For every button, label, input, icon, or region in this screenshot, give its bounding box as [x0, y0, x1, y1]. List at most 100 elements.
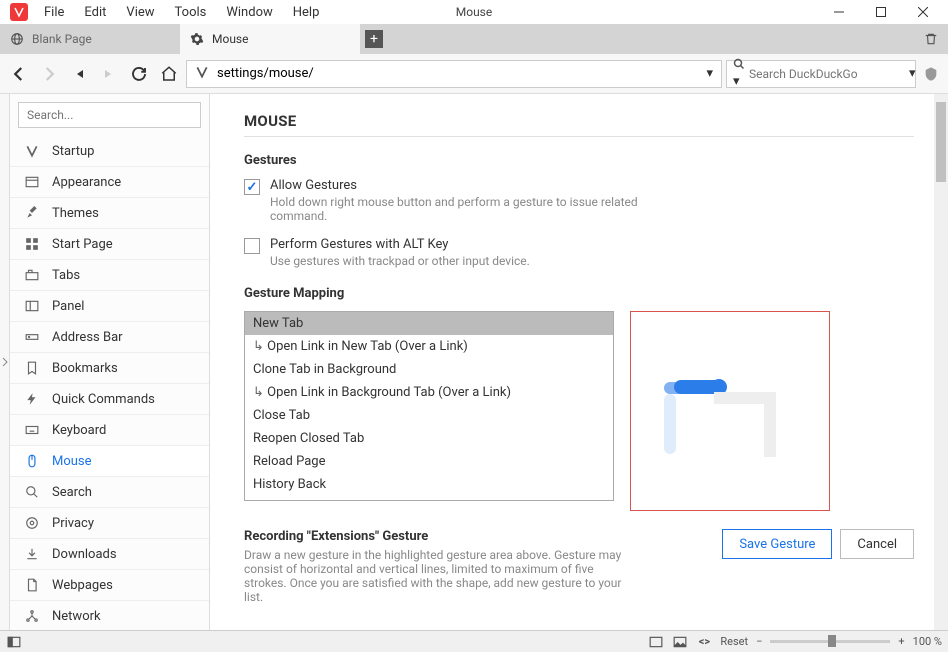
- sidebar-item-label: Quick Commands: [52, 392, 155, 407]
- back-button[interactable]: [6, 61, 32, 87]
- tiling-icon[interactable]: [648, 634, 664, 650]
- home-button[interactable]: [156, 61, 182, 87]
- network-icon: [24, 608, 40, 624]
- menu-view[interactable]: View: [116, 2, 164, 23]
- download-icon: [24, 546, 40, 562]
- gesture-list-item[interactable]: New Tab: [245, 312, 613, 335]
- dropdown-icon[interactable]: ▾: [909, 66, 916, 81]
- gesture-list-item[interactable]: History Forward: [245, 496, 613, 501]
- allow-gestures-label: Allow Gestures: [270, 178, 650, 193]
- gesture-list-item[interactable]: Close Tab: [245, 404, 613, 427]
- sidebar-item-label: Themes: [52, 206, 99, 221]
- sidebar-item-mouse[interactable]: Mouse: [10, 446, 209, 477]
- sidebar-item-startup[interactable]: Startup: [10, 136, 209, 167]
- gesture-list-item[interactable]: Open Link in New Tab (Over a Link): [245, 335, 613, 358]
- sidebar-item-panel[interactable]: Panel: [10, 291, 209, 322]
- alt-gestures-checkbox[interactable]: [244, 238, 260, 254]
- panel-toggle[interactable]: [0, 94, 10, 630]
- sidebar-item-label: Network: [52, 609, 101, 624]
- menu-tools[interactable]: Tools: [165, 2, 217, 23]
- gear-icon: [190, 32, 204, 46]
- sidebar-item-label: Webpages: [52, 578, 113, 593]
- close-button[interactable]: [902, 0, 944, 24]
- image-toggle-icon[interactable]: [672, 634, 688, 650]
- page-actions-icon[interactable]: <>: [696, 634, 712, 650]
- page-title: MOUSE: [244, 112, 914, 130]
- sidebar-item-themes[interactable]: Themes: [10, 198, 209, 229]
- blocker-icon[interactable]: [920, 63, 942, 85]
- menu-file[interactable]: File: [34, 2, 74, 23]
- gesture-drawing-area[interactable]: [630, 311, 830, 511]
- recording-hint: Draw a new gesture in the highlighted ge…: [244, 548, 624, 604]
- rewind-button[interactable]: [66, 61, 92, 87]
- sidebar-item-label: Start Page: [52, 237, 113, 252]
- zoom-slider[interactable]: [770, 640, 890, 643]
- sidebar-item-keyboard[interactable]: Keyboard: [10, 415, 209, 446]
- menu-window[interactable]: Window: [216, 2, 282, 23]
- window-icon: [24, 174, 40, 190]
- cancel-button[interactable]: Cancel: [840, 529, 914, 559]
- menu-edit[interactable]: Edit: [74, 2, 116, 23]
- settings-search-input[interactable]: [18, 102, 201, 128]
- search-input[interactable]: [749, 67, 905, 81]
- mouse-icon: [24, 453, 40, 469]
- gesture-list-item[interactable]: History Back: [245, 473, 613, 496]
- app-logo[interactable]: [10, 3, 28, 21]
- recording-title: Recording "Extensions" Gesture: [244, 529, 704, 544]
- minimize-button[interactable]: [818, 0, 860, 24]
- search-icon: [24, 484, 40, 500]
- tab-label: Mouse: [212, 32, 249, 46]
- gesture-list-item[interactable]: Clone Tab in Background: [245, 358, 613, 381]
- new-tab-button[interactable]: +: [360, 24, 388, 54]
- sidebar-item-label: Downloads: [52, 547, 117, 562]
- menu-help[interactable]: Help: [283, 2, 330, 23]
- sidebar-item-downloads[interactable]: Downloads: [10, 539, 209, 570]
- grid-icon: [24, 236, 40, 252]
- zoom-out-button[interactable]: −: [756, 635, 762, 648]
- forward-button[interactable]: [36, 61, 62, 87]
- gesture-list[interactable]: New Tab Open Link in New Tab (Over a Lin…: [244, 311, 614, 501]
- gesture-list-item[interactable]: Open Link in Background Tab (Over a Link…: [245, 381, 613, 404]
- brush-icon: [24, 205, 40, 221]
- tab-blank-page[interactable]: Blank Page: [0, 24, 180, 54]
- sidebar-item-tabs[interactable]: Tabs: [10, 260, 209, 291]
- sidebar-item-search[interactable]: Search: [10, 477, 209, 508]
- sidebar-item-label: Keyboard: [52, 423, 106, 438]
- allow-gestures-hint: Hold down right mouse button and perform…: [270, 195, 650, 223]
- search-engine-icon[interactable]: ▾: [733, 58, 745, 89]
- closed-tabs-button[interactable]: [914, 24, 948, 54]
- sidebar-item-quick-commands[interactable]: Quick Commands: [10, 384, 209, 415]
- maximize-button[interactable]: [860, 0, 902, 24]
- address-bar[interactable]: ▾: [186, 60, 722, 88]
- search-bar[interactable]: ▾ ▾: [726, 60, 916, 88]
- allow-gestures-checkbox[interactable]: [244, 179, 260, 195]
- keyboard-icon: [24, 422, 40, 438]
- zoom-reset-button[interactable]: Reset: [720, 635, 748, 648]
- url-input[interactable]: [217, 66, 698, 81]
- reload-button[interactable]: [126, 61, 152, 87]
- alt-gestures-label: Perform Gestures with ALT Key: [270, 237, 530, 252]
- sidebar-item-start-page[interactable]: Start Page: [10, 229, 209, 260]
- save-gesture-button[interactable]: Save Gesture: [722, 529, 832, 559]
- panel-toggle-icon[interactable]: [6, 634, 22, 650]
- fastforward-button[interactable]: [96, 61, 122, 87]
- sidebar-item-privacy[interactable]: Privacy: [10, 508, 209, 539]
- sidebar-item-label: Search: [52, 485, 92, 500]
- sidebar-item-label: Address Bar: [52, 330, 123, 345]
- dropdown-icon[interactable]: ▾: [706, 66, 713, 81]
- addressbar-icon: [24, 329, 40, 345]
- tab-mouse[interactable]: Mouse: [180, 24, 360, 54]
- sidebar-item-bookmarks[interactable]: Bookmarks: [10, 353, 209, 384]
- sidebar-item-network[interactable]: Network: [10, 601, 209, 630]
- sidebar-item-webpages[interactable]: Webpages: [10, 570, 209, 601]
- alt-gestures-hint: Use gestures with trackpad or other inpu…: [270, 254, 530, 268]
- content-scrollbar[interactable]: [934, 94, 948, 630]
- vivaldi-icon: [24, 143, 40, 159]
- sidebar-item-appearance[interactable]: Appearance: [10, 167, 209, 198]
- sidebar-item-address-bar[interactable]: Address Bar: [10, 322, 209, 353]
- privacy-icon: [24, 515, 40, 531]
- gesture-preview-icon: [659, 372, 779, 482]
- zoom-in-button[interactable]: +: [898, 635, 904, 648]
- gesture-list-item[interactable]: Reload Page: [245, 450, 613, 473]
- gesture-list-item[interactable]: Reopen Closed Tab: [245, 427, 613, 450]
